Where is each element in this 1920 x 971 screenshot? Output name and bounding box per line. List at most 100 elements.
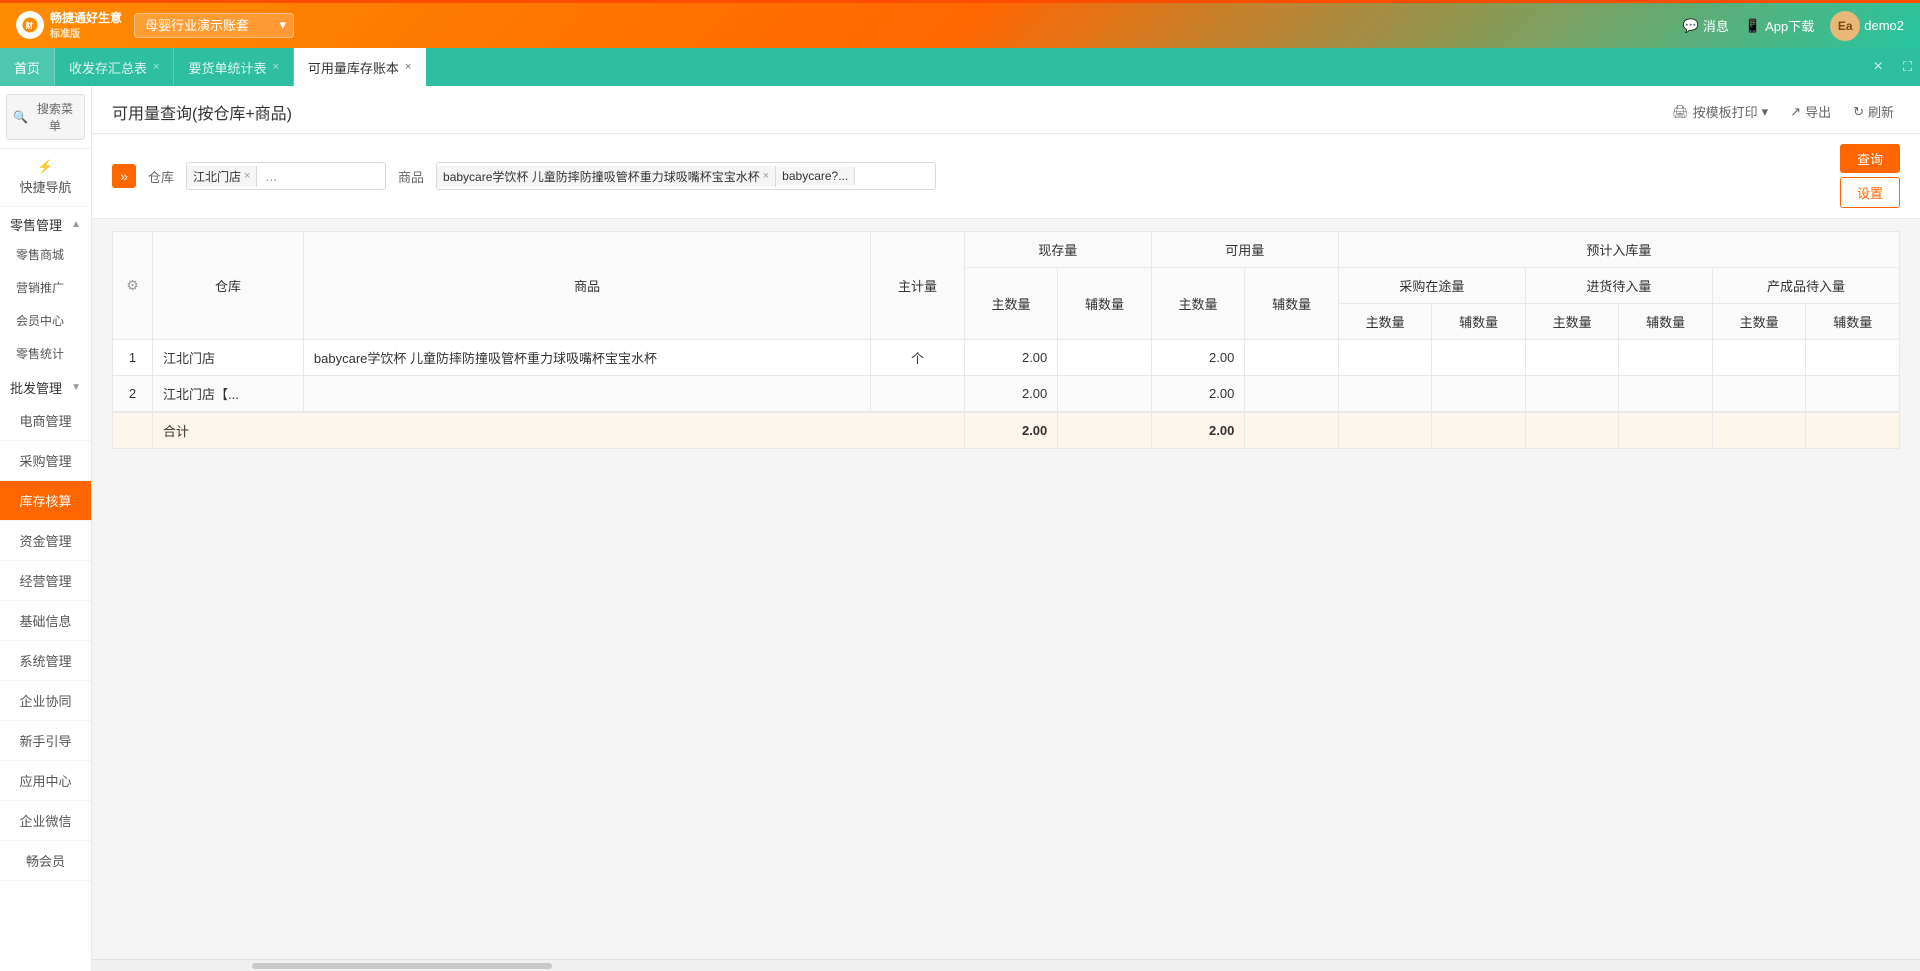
th-purchase-aux: 辅数量	[1432, 304, 1526, 340]
th-purchase-in: 采购在途量	[1338, 268, 1525, 304]
footer-incoming-aux	[1619, 412, 1713, 449]
sidebar-item-system[interactable]: 系统管理	[0, 641, 91, 681]
th-current-aux: 辅数量	[1058, 268, 1152, 340]
tab-close-order-stats[interactable]: ×	[272, 61, 278, 73]
row-2-production-aux	[1806, 376, 1900, 413]
sidebar-item-newbie[interactable]: 新手引导	[0, 721, 91, 761]
export-btn[interactable]: ↗ 导出	[1784, 98, 1837, 125]
row-1-current-aux	[1058, 340, 1152, 376]
sidebar-item-stock[interactable]: 库存核算	[0, 481, 91, 521]
th-production-main: 主数量	[1712, 304, 1806, 340]
th-current-main: 主数量	[964, 268, 1058, 340]
row-2-incoming-aux	[1619, 376, 1713, 413]
row-1-num: 1	[113, 340, 153, 376]
row-1-incoming-main	[1525, 340, 1619, 376]
chevron-up-icon: ▲	[71, 219, 81, 230]
company-selector-wrap[interactable]: 母婴行业演示账套	[134, 13, 294, 38]
top-bar-right: 💬 消息 📱 App下载 Ea demo2	[1683, 11, 1904, 41]
app-download-btn[interactable]: 📱 App下载	[1745, 16, 1814, 35]
row-1-available-aux	[1245, 340, 1339, 376]
footer-incoming-main	[1525, 412, 1619, 449]
refresh-btn[interactable]: ↻ 刷新	[1847, 98, 1900, 125]
user-area[interactable]: Ea demo2	[1830, 11, 1904, 41]
sidebar-item-wechat-work[interactable]: 企业微信	[0, 801, 91, 841]
row-1-current-main: 2.00	[964, 340, 1058, 376]
sidebar-item-quick-nav[interactable]: ⚡ 快捷导航	[0, 149, 91, 207]
th-product: 商品	[303, 232, 870, 340]
tab-close-receive-summary[interactable]: ×	[153, 61, 159, 73]
warehouse-more-btn[interactable]: ...	[257, 168, 285, 184]
sidebar-item-finance[interactable]: 资金管理	[0, 521, 91, 561]
row-2-warehouse: 江北门店【...	[153, 376, 304, 413]
sidebar-item-member[interactable]: 会员中心	[0, 304, 91, 337]
tab-order-stats[interactable]: 要货单统计表 ×	[174, 48, 293, 86]
sidebar-item-vip[interactable]: 畅会员	[0, 841, 91, 881]
sidebar-item-ecommerce[interactable]: 电商管理	[0, 401, 91, 441]
footer-production-aux	[1806, 412, 1900, 449]
row-1-unit: 个	[871, 340, 965, 376]
sidebar-item-marketing[interactable]: 营销推广	[0, 271, 91, 304]
th-warehouse: 仓库	[153, 232, 304, 340]
row-2-current-main: 2.00	[964, 376, 1058, 413]
close-all-tabs-btn[interactable]: ×	[1862, 58, 1895, 76]
page-title: 可用量查询(按仓库+商品)	[112, 100, 292, 124]
th-main-unit: 主计量	[871, 232, 965, 340]
app-download-icon: 📱	[1745, 18, 1761, 34]
bottom-scroll-bar	[92, 959, 1920, 971]
row-1-production-aux	[1806, 340, 1900, 376]
search-menu-btn[interactable]: 🔍 搜索菜单	[6, 94, 85, 140]
page-header: 可用量查询(按仓库+商品) 🖨 按模板打印 ▾ ↗ 导出 ↻ 刷新	[92, 86, 1920, 134]
row-1-warehouse: 江北门店	[153, 340, 304, 376]
query-btn[interactable]: 查询	[1840, 144, 1900, 173]
tab-home[interactable]: 首页	[0, 48, 55, 86]
filter-expand-btn[interactable]: »	[112, 164, 136, 188]
product-tag-2: babycare?...	[776, 167, 855, 185]
th-production-aux: 辅数量	[1806, 304, 1900, 340]
expand-tab-btn[interactable]: ⛶	[1895, 59, 1920, 75]
tab-receive-summary[interactable]: 收发存汇总表 ×	[55, 48, 174, 86]
print-btn[interactable]: 🖨 按模板打印 ▾	[1666, 98, 1774, 125]
sidebar-item-retail-stats[interactable]: 零售统计	[0, 337, 91, 370]
warehouse-label: 仓库	[148, 167, 174, 186]
setting-btn[interactable]: 设置	[1840, 177, 1900, 208]
table-settings-icon[interactable]: ⚙	[126, 277, 139, 293]
product-filter[interactable]: babycare学饮杯 儿童防摔防撞吸管杯重力球吸嘴杯宝宝水杯 × babyca…	[436, 162, 936, 190]
sidebar-item-retail-mall[interactable]: 零售商城	[0, 238, 91, 271]
product-label: 商品	[398, 167, 424, 186]
sidebar-item-enterprise[interactable]: 企业协同	[0, 681, 91, 721]
horizontal-scrollbar[interactable]	[252, 963, 552, 969]
row-1-available-main: 2.00	[1151, 340, 1245, 376]
sidebar-section-retail[interactable]: 零售管理 ▲	[0, 207, 91, 238]
row-2-purchase-aux	[1432, 376, 1526, 413]
message-btn[interactable]: 💬 消息	[1683, 16, 1729, 35]
warehouse-tag-close[interactable]: ×	[244, 170, 250, 182]
th-purchase-main: 主数量	[1338, 304, 1432, 340]
company-selector[interactable]: 母婴行业演示账套	[134, 13, 294, 38]
sidebar-item-appcenter[interactable]: 应用中心	[0, 761, 91, 801]
row-2-product	[303, 376, 870, 413]
product-tag-1-close[interactable]: ×	[763, 170, 769, 182]
row-2-num: 2	[113, 376, 153, 413]
tab-bar: 首页 收发存汇总表 × 要货单统计表 × 可用量库存账本 × × ⛶	[0, 48, 1920, 86]
th-settings[interactable]: ⚙	[113, 232, 153, 340]
row-2-current-aux	[1058, 376, 1152, 413]
export-icon: ↗	[1790, 104, 1801, 120]
row-1-incoming-aux	[1619, 340, 1713, 376]
sidebar-item-operations[interactable]: 经营管理	[0, 561, 91, 601]
footer-current-aux	[1058, 412, 1152, 449]
table-row: 2 江北门店【... 2.00 2.00	[113, 376, 1900, 413]
page-actions: 🖨 按模板打印 ▾ ↗ 导出 ↻ 刷新	[1666, 98, 1900, 125]
tab-close-available-stock[interactable]: ×	[405, 61, 411, 73]
message-icon: 💬	[1683, 18, 1699, 34]
th-available: 可用量	[1151, 232, 1338, 268]
top-bar: 财 畅捷通好生意 标准版 母婴行业演示账套 💬 消息 📱 App下载 Ea de…	[0, 0, 1920, 48]
tab-available-stock[interactable]: 可用量库存账本 ×	[294, 48, 426, 86]
logo-sub: 标准版	[50, 25, 122, 40]
th-incoming-main: 主数量	[1525, 304, 1619, 340]
warehouse-filter[interactable]: 江北门店 × ...	[186, 162, 386, 190]
footer-purchase-main	[1338, 412, 1432, 449]
sidebar-item-basic[interactable]: 基础信息	[0, 601, 91, 641]
sidebar-section-wholesale[interactable]: 批发管理 ▼	[0, 370, 91, 401]
sidebar-item-purchase[interactable]: 采购管理	[0, 441, 91, 481]
footer-purchase-aux	[1432, 412, 1526, 449]
